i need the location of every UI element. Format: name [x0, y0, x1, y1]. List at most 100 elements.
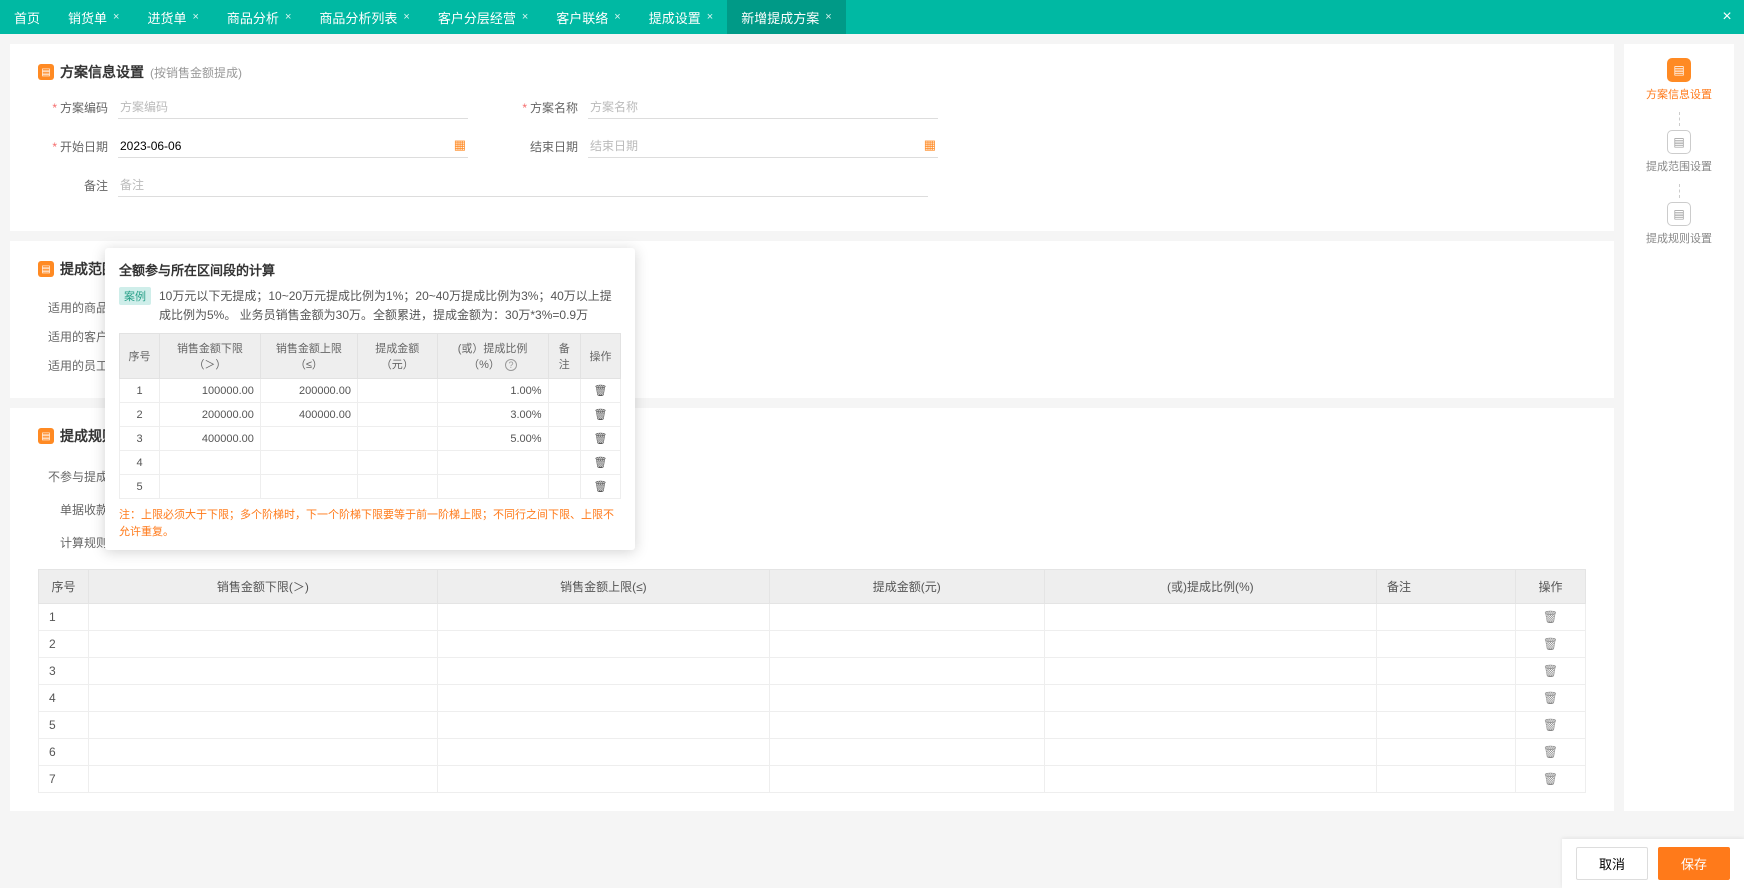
table-row[interactable]: 6🗑	[39, 739, 1586, 766]
delete-row-icon[interactable]: 🗑	[581, 451, 621, 475]
table-row: 4🗑	[120, 451, 621, 475]
delete-row-icon[interactable]: 🗑	[1516, 604, 1586, 631]
remark-input[interactable]	[118, 174, 928, 197]
nav-divider	[1679, 184, 1680, 198]
table-row[interactable]: 5🗑	[39, 712, 1586, 739]
close-icon[interactable]: ×	[522, 11, 528, 23]
col-header: 销售金额下限（＞）	[160, 334, 261, 379]
col-header: 销售金额下限(＞)	[89, 570, 438, 604]
section-subtitle: (按销售金额提成)	[150, 64, 242, 81]
label-remark: 备注	[84, 179, 108, 193]
popover-note: 注：上限必须大于下限；多个阶梯时，下一个阶梯下限要等于前一阶梯上限；不同行之间下…	[119, 507, 621, 540]
close-icon[interactable]: ×	[113, 11, 119, 23]
plan-code-input[interactable]	[118, 96, 468, 119]
col-header: 操作	[581, 334, 621, 379]
table-row: 3400000.005.00%🗑	[120, 427, 621, 451]
tab-0[interactable]: 首页	[0, 0, 54, 34]
close-icon[interactable]: ×	[285, 11, 291, 23]
col-header: 提成金额（元）	[357, 334, 437, 379]
delete-row-icon[interactable]: 🗑	[581, 403, 621, 427]
table-row[interactable]: 7🗑	[39, 766, 1586, 793]
plan-name-input[interactable]	[588, 96, 938, 119]
tab-1[interactable]: 销货单 ×	[54, 0, 133, 34]
tab-label: 进货单	[147, 8, 186, 27]
tab-4[interactable]: 商品分析列表 ×	[305, 0, 423, 34]
close-all-tabs-button[interactable]: ×	[1710, 0, 1744, 34]
delete-row-icon[interactable]: 🗑	[1516, 658, 1586, 685]
section-title: 方案信息设置	[60, 62, 144, 82]
save-button[interactable]: 保存	[1658, 847, 1730, 880]
table-row: 5🗑	[120, 475, 621, 499]
anchor-nav: ▤ 方案信息设置 ▤ 提成范围设置 ▤ 提成规则设置	[1624, 44, 1734, 811]
tab-8[interactable]: 新增提成方案 ×	[727, 0, 845, 34]
calc-rule-popover: 全额参与所在区间段的计算 案例 10万元以下无提成；10~20万元提成比例为1%…	[105, 248, 635, 550]
table-row[interactable]: 2🗑	[39, 631, 1586, 658]
close-icon[interactable]: ×	[707, 11, 713, 23]
close-icon[interactable]: ×	[403, 11, 409, 23]
tab-label: 商品分析列表	[319, 8, 397, 27]
section-icon: ▤	[38, 64, 54, 80]
example-badge: 案例	[119, 287, 151, 305]
delete-row-icon[interactable]: 🗑	[1516, 739, 1586, 766]
label-end-date: 结束日期	[530, 140, 578, 154]
section-icon: ▤	[38, 261, 54, 277]
tab-label: 商品分析	[227, 8, 279, 27]
calendar-icon[interactable]: ▦	[454, 137, 466, 153]
top-tabs: 首页销货单×进货单×商品分析×商品分析列表×客户分层经营×客户联络×提成设置×新…	[0, 0, 1744, 34]
example-text: 10万元以下无提成；10~20万元提成比例为1%；20~40万提成比例为3%；4…	[159, 287, 621, 325]
nav-divider	[1679, 112, 1680, 126]
delete-row-icon[interactable]: 🗑	[1516, 712, 1586, 739]
table-row: 1100000.00200000.001.00%🗑	[120, 379, 621, 403]
tab-label: 新增提成方案	[741, 8, 819, 27]
tab-label: 销货单	[68, 8, 107, 27]
close-icon[interactable]: ×	[192, 11, 198, 23]
tab-3[interactable]: 商品分析 ×	[213, 0, 305, 34]
col-header: 提成金额(元)	[769, 570, 1044, 604]
panel-plan-info: ▤ 方案信息设置 (按销售金额提成) *方案编码 *方案名称 *开始日期	[10, 44, 1614, 231]
col-header: (或)提成比例(%)	[1044, 570, 1376, 604]
delete-row-icon[interactable]: 🗑	[581, 427, 621, 451]
col-header: 备注	[1377, 570, 1516, 604]
end-date-input[interactable]	[588, 135, 938, 158]
section-icon: ▤	[38, 428, 54, 444]
table-row[interactable]: 3🗑	[39, 658, 1586, 685]
help-icon[interactable]: ?	[505, 359, 517, 371]
start-date-input[interactable]	[118, 135, 468, 158]
table-row: 2200000.00400000.003.00%🗑	[120, 403, 621, 427]
col-header: 销售金额上限（≤）	[260, 334, 357, 379]
delete-row-icon[interactable]: 🗑	[581, 475, 621, 499]
delete-row-icon[interactable]: 🗑	[1516, 631, 1586, 658]
label-code: 方案编码	[60, 101, 108, 115]
nav-step-icon[interactable]: ▤	[1667, 58, 1691, 82]
nav-step-label[interactable]: 提成规则设置	[1646, 230, 1712, 246]
tab-5[interactable]: 客户分层经营 ×	[424, 0, 542, 34]
delete-row-icon[interactable]: 🗑	[1516, 685, 1586, 712]
delete-row-icon[interactable]: 🗑	[1516, 766, 1586, 793]
tab-label: 客户联络	[556, 8, 608, 27]
col-header: 序号	[120, 334, 160, 379]
col-header: 备注	[548, 334, 580, 379]
close-icon[interactable]: ×	[614, 11, 620, 23]
nav-step-label[interactable]: 方案信息设置	[1646, 86, 1712, 102]
label-name: 方案名称	[530, 101, 578, 115]
nav-step-icon[interactable]: ▤	[1667, 130, 1691, 154]
delete-row-icon[interactable]: 🗑	[581, 379, 621, 403]
col-header: 操作	[1516, 570, 1586, 604]
table-row[interactable]: 1🗑	[39, 604, 1586, 631]
commission-rule-table: 序号销售金额下限(＞)销售金额上限(≤)提成金额(元)(或)提成比例(%)备注操…	[38, 569, 1586, 793]
table-row[interactable]: 4🗑	[39, 685, 1586, 712]
tab-2[interactable]: 进货单 ×	[133, 0, 212, 34]
footer-actions: 取消 保存	[1562, 839, 1744, 888]
tab-label: 首页	[14, 8, 40, 27]
nav-step-icon[interactable]: ▤	[1667, 202, 1691, 226]
close-icon[interactable]: ×	[825, 11, 831, 23]
cancel-button[interactable]: 取消	[1576, 847, 1648, 880]
nav-step-label[interactable]: 提成范围设置	[1646, 158, 1712, 174]
popover-example-table: 序号销售金额下限（＞）销售金额上限（≤）提成金额（元）(或）提成比例（%） ?备…	[119, 333, 621, 499]
label-start-date: 开始日期	[60, 140, 108, 154]
tab-label: 客户分层经营	[438, 8, 516, 27]
tab-7[interactable]: 提成设置×	[635, 0, 727, 34]
tab-6[interactable]: 客户联络 ×	[542, 0, 634, 34]
calendar-icon[interactable]: ▦	[924, 137, 936, 153]
col-header: 销售金额上限(≤)	[437, 570, 769, 604]
